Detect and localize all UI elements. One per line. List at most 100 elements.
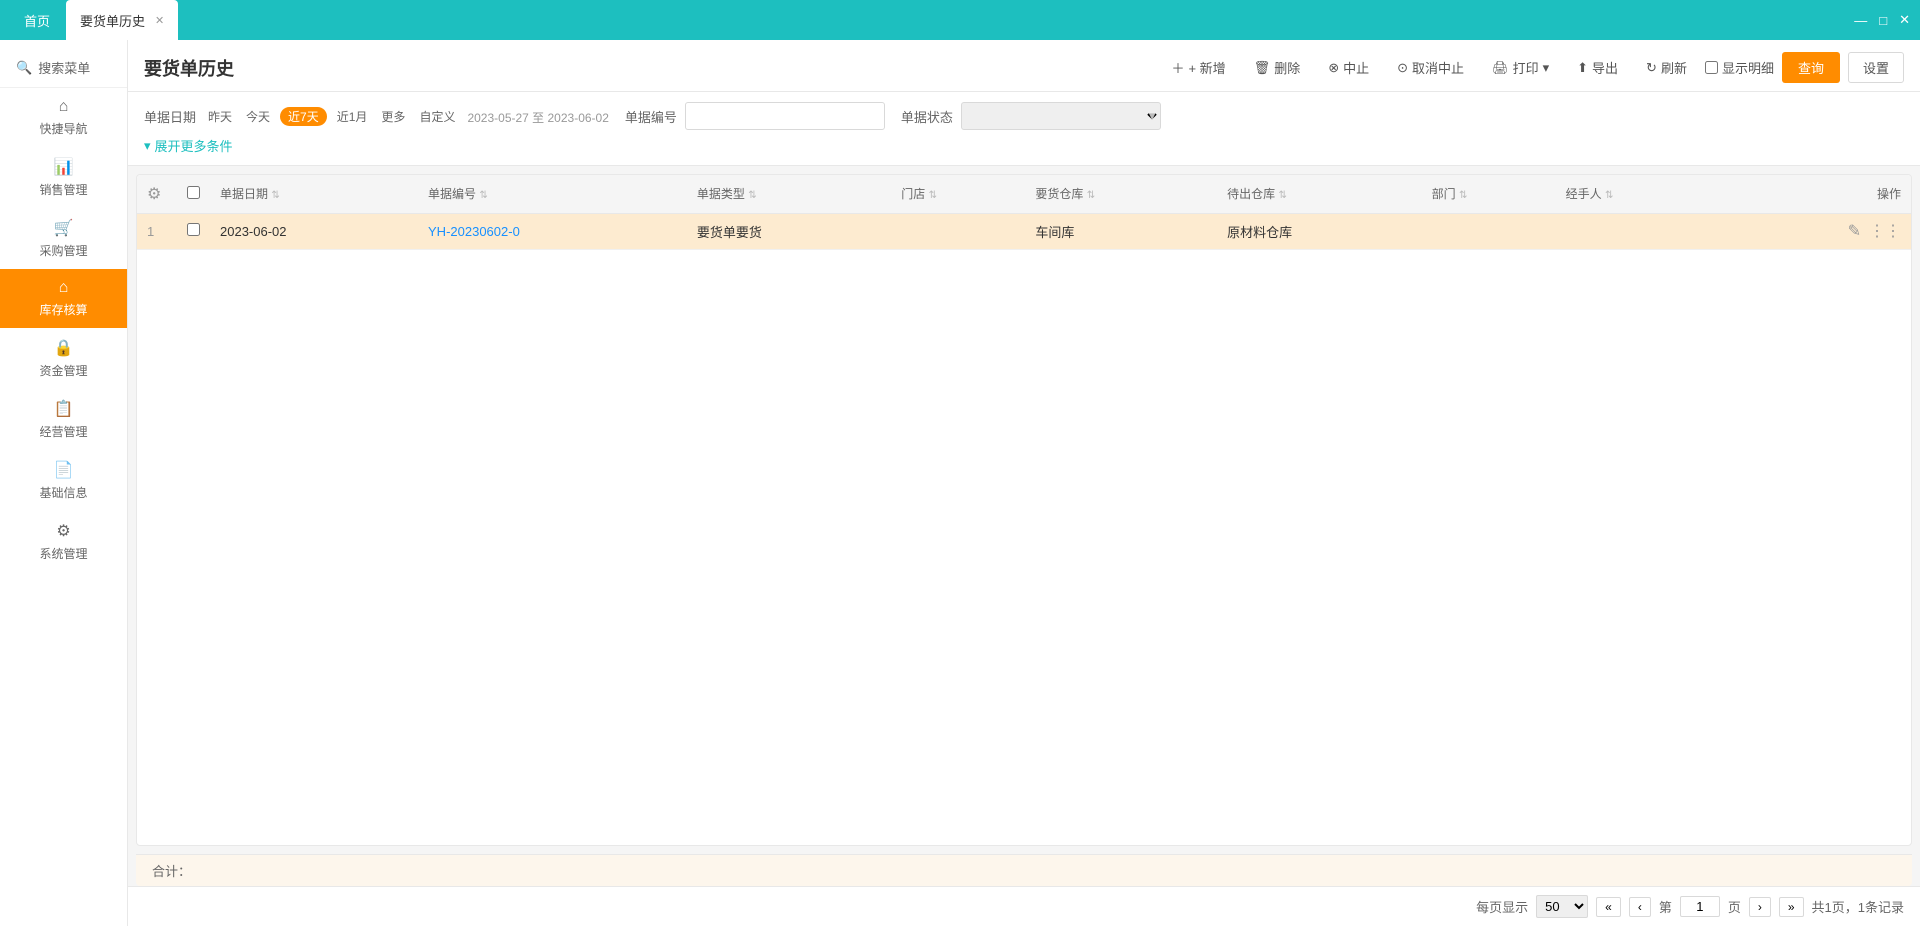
col-handler-sort-icon[interactable]: ⇅ [1605, 190, 1613, 201]
shortcut-7days[interactable]: 近7天 [280, 107, 327, 126]
tab-requisition-label: 要货单历史 [80, 11, 145, 30]
system-icon: ⚙ [56, 521, 70, 541]
tab-close-icon[interactable]: ✕ [155, 14, 164, 27]
date-shortcuts: 昨天 今天 近7天 近1月 更多 自定义 [204, 107, 459, 126]
shortcut-more[interactable]: 更多 [377, 107, 409, 126]
row-operation: ✎ ⋮⋮ [1719, 213, 1911, 249]
col-department-sort-icon[interactable]: ⇅ [1459, 190, 1467, 201]
close-icon[interactable]: ✕ [1899, 12, 1910, 28]
settings-button[interactable]: 设置 [1848, 52, 1904, 83]
sidebar-item-basic[interactable]: 📄 基础信息 [0, 450, 127, 511]
print-dropdown-icon: ▾ [1543, 60, 1550, 76]
check-all-input[interactable] [187, 186, 200, 199]
date-label: 单据日期 [144, 107, 196, 126]
tab-home[interactable]: 首页 [10, 0, 64, 40]
table-header: ⚙ 单据日期 ⇅ 单据编号 ⇅ [137, 175, 1911, 213]
table-footer: 合计： [136, 854, 1912, 886]
search-menu[interactable]: 🔍 搜索菜单 [0, 48, 127, 88]
row-pendingwarehouse: 原材料仓库 [1217, 213, 1421, 249]
sidebar-item-sales-label: 销售管理 [39, 181, 87, 198]
col-department-header: 部门 ⇅ [1422, 175, 1556, 213]
col-pendingwarehouse-sort-icon[interactable]: ⇅ [1279, 190, 1287, 201]
delete-button[interactable]: 🗑 删除 [1244, 53, 1311, 82]
bill-number-input[interactable] [685, 102, 885, 130]
sidebar-item-home[interactable]: ⌂ 快捷导航 [0, 88, 127, 147]
next-page-button[interactable]: › [1749, 897, 1771, 917]
sidebar-item-home-label: 快捷导航 [39, 120, 87, 137]
new-button[interactable]: ＋ + 新增 [1161, 53, 1235, 82]
col-reqwarehouse-label: 要货仓库 [1035, 187, 1083, 201]
tab-requisition-history[interactable]: 要货单历史 ✕ [66, 0, 178, 40]
col-store-sort-icon[interactable]: ⇅ [929, 190, 937, 201]
print-icon: 🖨 [1492, 60, 1509, 76]
search-icon: 🔍 [16, 60, 32, 76]
row-reqwarehouse: 车间库 [1025, 213, 1217, 249]
col-billtype-sort-icon[interactable]: ⇅ [748, 190, 756, 201]
expand-more[interactable]: ▾ 展开更多条件 [144, 136, 1904, 155]
first-page-button[interactable]: « [1596, 897, 1621, 917]
filter-area: 单据日期 昨天 今天 近7天 近1月 更多 自定义 2023-05-27 至 2… [128, 92, 1920, 166]
status-label: 单据状态 [901, 107, 953, 126]
sidebar-item-system[interactable]: ⚙ 系统管理 [0, 511, 127, 572]
row-check [177, 213, 210, 249]
col-billno-sort-icon[interactable]: ⇅ [479, 190, 487, 201]
edit-icon[interactable]: ✎ [1848, 221, 1861, 241]
finance-icon: 🔒 [54, 338, 74, 358]
page-header: 要货单历史 ＋ + 新增 🗑 删除 ⊗ 中止 ⊙ 取消中止 [128, 40, 1920, 92]
per-page-select[interactable]: 50 100 200 [1536, 895, 1588, 918]
basic-icon: 📄 [54, 460, 74, 480]
window-controls: — □ ✕ [1854, 12, 1910, 28]
prev-page-button[interactable]: ‹ [1629, 897, 1651, 917]
refresh-button[interactable]: ↻ 刷新 [1636, 53, 1697, 82]
column-settings-icon[interactable]: ⚙ [147, 186, 161, 203]
col-date-sort-icon[interactable]: ⇅ [271, 190, 279, 201]
sidebar-item-purchase[interactable]: 🛒 采购管理 [0, 208, 127, 269]
new-icon: ＋ [1171, 58, 1184, 77]
shortcut-custom[interactable]: 自定义 [415, 107, 459, 126]
new-label: + 新增 [1188, 58, 1225, 77]
print-button[interactable]: 🖨 打印 ▾ [1482, 53, 1559, 82]
sidebar: 🔍 搜索菜单 ⌂ 快捷导航 📊 销售管理 🛒 采购管理 ⌂ 库存核算 🔒 资金管… [0, 40, 128, 926]
bill-number-filter: 单据编号 [625, 102, 885, 130]
last-page-button[interactable]: » [1779, 897, 1804, 917]
row-billno: YH-20230602-0 [418, 213, 687, 249]
cancel-stop-button[interactable]: ⊙ 取消中止 [1387, 53, 1474, 82]
page-unit: 页 [1728, 897, 1741, 916]
export-button[interactable]: ⬆ 导出 [1567, 53, 1628, 82]
delete-label: 删除 [1274, 58, 1300, 77]
query-button[interactable]: 查询 [1782, 52, 1840, 83]
shortcut-yesterday[interactable]: 昨天 [204, 107, 236, 126]
col-operation-label: 操作 [1877, 187, 1901, 201]
status-filter: 单据状态 ▾ [901, 102, 1156, 130]
maximize-icon[interactable]: □ [1879, 13, 1887, 28]
col-reqwarehouse-sort-icon[interactable]: ⇅ [1087, 190, 1095, 201]
cancel-stop-label: 取消中止 [1412, 58, 1464, 77]
row-store [891, 213, 1025, 249]
shortcut-1month[interactable]: 近1月 [333, 107, 372, 126]
sidebar-item-finance[interactable]: 🔒 资金管理 [0, 328, 127, 389]
more-icon[interactable]: ⋮⋮ [1869, 221, 1901, 241]
shortcut-today[interactable]: 今天 [242, 107, 274, 126]
col-settings: ⚙ [137, 175, 177, 213]
minimize-icon[interactable]: — [1854, 13, 1867, 28]
show-detail-checkbox[interactable]: 显示明细 [1705, 58, 1774, 77]
row-check-input[interactable] [187, 223, 200, 236]
col-store-label: 门店 [901, 187, 925, 201]
stop-icon: ⊗ [1328, 60, 1339, 76]
page-input[interactable] [1680, 896, 1720, 917]
purchase-icon: 🛒 [54, 218, 74, 238]
row-num: 1 [137, 213, 177, 249]
refresh-icon: ↻ [1646, 60, 1657, 76]
sidebar-item-sales[interactable]: 📊 销售管理 [0, 147, 127, 208]
bill-number-link[interactable]: YH-20230602-0 [428, 224, 520, 239]
show-detail-input[interactable] [1705, 61, 1718, 74]
sidebar-item-inventory[interactable]: ⌂ 库存核算 [0, 269, 127, 328]
pagination-bar: 每页显示 50 100 200 « ‹ 第 页 › » 共1页，1条记录 [128, 886, 1920, 926]
status-select[interactable] [961, 102, 1161, 130]
row-date: 2023-06-02 [210, 213, 418, 249]
stop-button[interactable]: ⊗ 中止 [1318, 53, 1379, 82]
col-check-all [177, 175, 210, 213]
bill-number-label: 单据编号 [625, 107, 677, 126]
sidebar-item-operation[interactable]: 📋 经营管理 [0, 389, 127, 450]
show-detail-label: 显示明细 [1722, 58, 1774, 77]
